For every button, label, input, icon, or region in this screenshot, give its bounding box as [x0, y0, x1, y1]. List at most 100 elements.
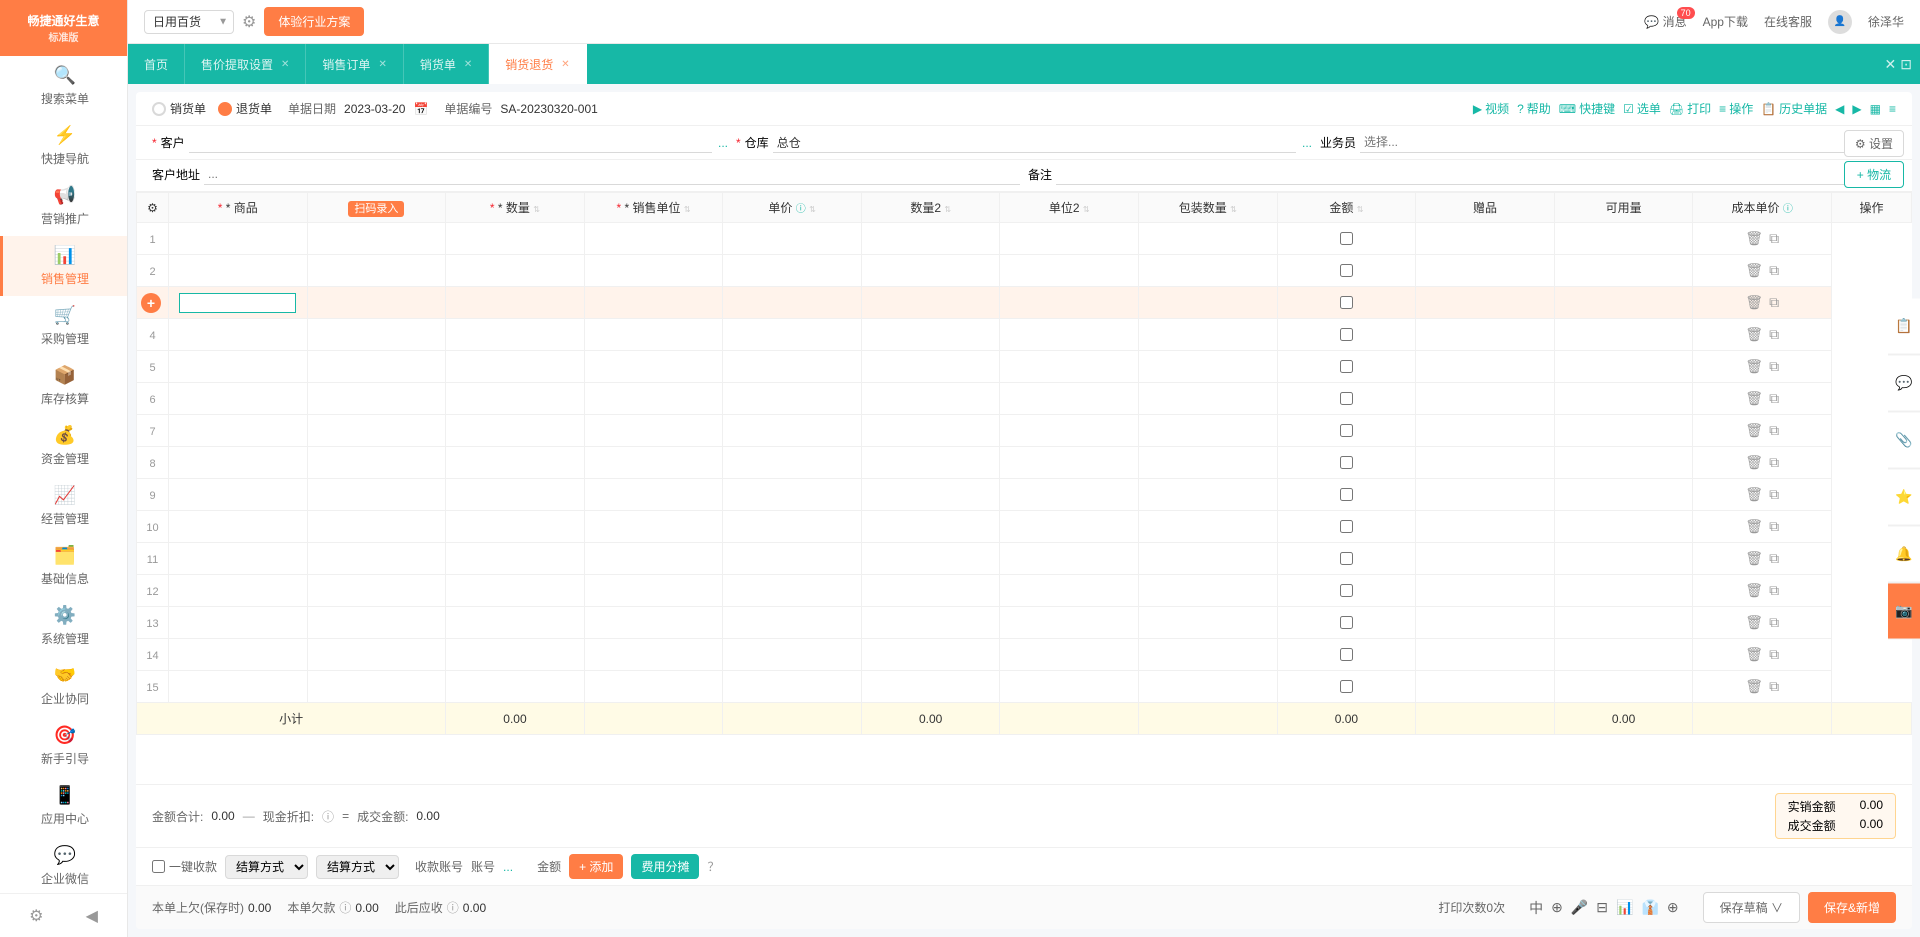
add-row-btn[interactable]: +: [141, 293, 161, 313]
qty2-cell[interactable]: [723, 223, 862, 255]
tab-sales-order-close[interactable]: ✕: [378, 59, 386, 70]
qty2-cell[interactable]: [723, 671, 862, 703]
gift-checkbox[interactable]: [1340, 616, 1353, 629]
copy-row-icon[interactable]: ⧉: [1769, 390, 1779, 407]
price-cell[interactable]: [584, 223, 723, 255]
cost-price-cell[interactable]: [1554, 319, 1693, 351]
packqty-cell[interactable]: [1000, 223, 1139, 255]
product-cell[interactable]: [169, 415, 308, 447]
app-download-link[interactable]: App下载: [1703, 13, 1748, 30]
price-cell[interactable]: [584, 575, 723, 607]
amount-cell[interactable]: [1139, 543, 1278, 575]
unit2-cell[interactable]: [861, 575, 1000, 607]
packqty-cell[interactable]: [1000, 479, 1139, 511]
price-cell[interactable]: [584, 607, 723, 639]
action-print[interactable]: 🖨 打印: [1669, 100, 1711, 117]
copy-row-icon[interactable]: ⧉: [1769, 518, 1779, 535]
qty-cell[interactable]: [307, 511, 446, 543]
copy-row-icon[interactable]: ⧉: [1769, 614, 1779, 631]
qty-cell[interactable]: [307, 543, 446, 575]
copy-row-icon[interactable]: ⧉: [1769, 582, 1779, 599]
sidebar-item-system[interactable]: ⚙️ 系统管理: [0, 596, 127, 656]
packqty-cell[interactable]: [1000, 351, 1139, 383]
unit2-cell[interactable]: [861, 479, 1000, 511]
gift-checkbox[interactable]: [1340, 264, 1353, 277]
gift-checkbox[interactable]: [1340, 648, 1353, 661]
topbar-gear-icon[interactable]: ⚙: [242, 12, 256, 32]
copy-row-icon[interactable]: ⧉: [1769, 550, 1779, 567]
tab-price-extract[interactable]: 售价提取设置 ✕: [185, 44, 306, 84]
unit2-cell[interactable]: [861, 351, 1000, 383]
tab-close-all-icon[interactable]: ✕: [1885, 56, 1897, 73]
unit-cell[interactable]: [446, 255, 585, 287]
logistics-btn[interactable]: + 物流: [1844, 161, 1904, 188]
unit-cell[interactable]: [446, 319, 585, 351]
gift-checkbox[interactable]: [1340, 680, 1353, 693]
sidebar-collapse-icon[interactable]: ◀: [86, 906, 98, 926]
product-cell[interactable]: [169, 511, 308, 543]
qty-cell[interactable]: [307, 575, 446, 607]
amount-cell[interactable]: [1139, 415, 1278, 447]
packqty-cell[interactable]: [1000, 447, 1139, 479]
unit-sort-icon[interactable]: ⇅: [684, 205, 691, 214]
sidebar-item-newguide[interactable]: 🎯 新手引导: [0, 716, 127, 776]
unit-cell[interactable]: [446, 415, 585, 447]
available-cell[interactable]: [1416, 383, 1555, 415]
copy-row-icon[interactable]: ⧉: [1769, 358, 1779, 375]
qty2-cell[interactable]: [723, 607, 862, 639]
status-info-icon-2[interactable]: ⓘ: [339, 899, 351, 916]
gift-checkbox[interactable]: [1340, 488, 1353, 501]
qty2-cell[interactable]: [723, 575, 862, 607]
cost-price-cell[interactable]: [1554, 639, 1693, 671]
product-cell[interactable]: [169, 671, 308, 703]
trial-btn[interactable]: 体验行业方案: [264, 7, 364, 36]
industry-select[interactable]: 日用百货: [144, 10, 234, 34]
delete-row-icon[interactable]: 🗑: [1745, 518, 1763, 535]
customer-input[interactable]: [189, 132, 712, 153]
unit2-sort-icon[interactable]: ⇅: [1083, 205, 1090, 214]
packqty-cell[interactable]: [1000, 255, 1139, 287]
grid-view-icon[interactable]: ▦: [1870, 102, 1881, 116]
delete-row-icon[interactable]: 🗑: [1745, 294, 1763, 311]
packqty-cell[interactable]: [1000, 639, 1139, 671]
sidebar-item-apps[interactable]: 📱 应用中心: [0, 776, 127, 836]
packqty-cell[interactable]: [1000, 543, 1139, 575]
cost-price-cell[interactable]: [1554, 447, 1693, 479]
qty-cell[interactable]: [307, 639, 446, 671]
price-cell[interactable]: [584, 351, 723, 383]
th-gear[interactable]: ⚙: [137, 193, 169, 223]
gift-checkbox[interactable]: [1340, 552, 1353, 565]
right-panel-notes[interactable]: 📋: [1888, 298, 1920, 354]
amount-cell[interactable]: [1139, 575, 1278, 607]
message-icon[interactable]: 💬 消息 70: [1644, 13, 1686, 30]
amount-cell[interactable]: [1139, 607, 1278, 639]
unit-cell[interactable]: [446, 479, 585, 511]
price-cell[interactable]: [584, 255, 723, 287]
sidebar-item-purchase[interactable]: 🛒 采购管理: [0, 296, 127, 356]
th-barcode-btn[interactable]: 扫码录入: [307, 193, 446, 223]
qty2-cell[interactable]: [723, 287, 862, 319]
warehouse-input[interactable]: [773, 132, 1296, 153]
settle-method-select[interactable]: 结算方式: [225, 855, 308, 879]
price-cell[interactable]: [584, 383, 723, 415]
account-dots-btn[interactable]: ...: [503, 860, 513, 874]
packqty-cell[interactable]: [1000, 671, 1139, 703]
available-cell[interactable]: [1416, 415, 1555, 447]
nav-prev-icon[interactable]: ◀: [1835, 102, 1844, 116]
radio-return[interactable]: 退货单: [218, 100, 272, 117]
tab-sales-order[interactable]: 销售订单 ✕: [306, 44, 403, 84]
tab-sales-return-close[interactable]: ✕: [561, 59, 569, 70]
cost-price-cell[interactable]: [1554, 415, 1693, 447]
gift-checkbox[interactable]: [1340, 328, 1353, 341]
sidebar-item-inventory[interactable]: 📦 库存核算: [0, 356, 127, 416]
unit2-cell[interactable]: [861, 319, 1000, 351]
unit-cell[interactable]: [446, 383, 585, 415]
qty-cell[interactable]: [307, 351, 446, 383]
unit2-cell[interactable]: [861, 383, 1000, 415]
sidebar-item-search[interactable]: 🔍 搜索菜单: [0, 56, 127, 116]
calendar-icon[interactable]: 📅: [413, 102, 428, 116]
cost-price-cell[interactable]: [1554, 671, 1693, 703]
warehouse-dots-btn[interactable]: ...: [1302, 136, 1312, 150]
qty2-cell[interactable]: [723, 543, 862, 575]
action-help[interactable]: ? 帮助: [1517, 100, 1551, 117]
